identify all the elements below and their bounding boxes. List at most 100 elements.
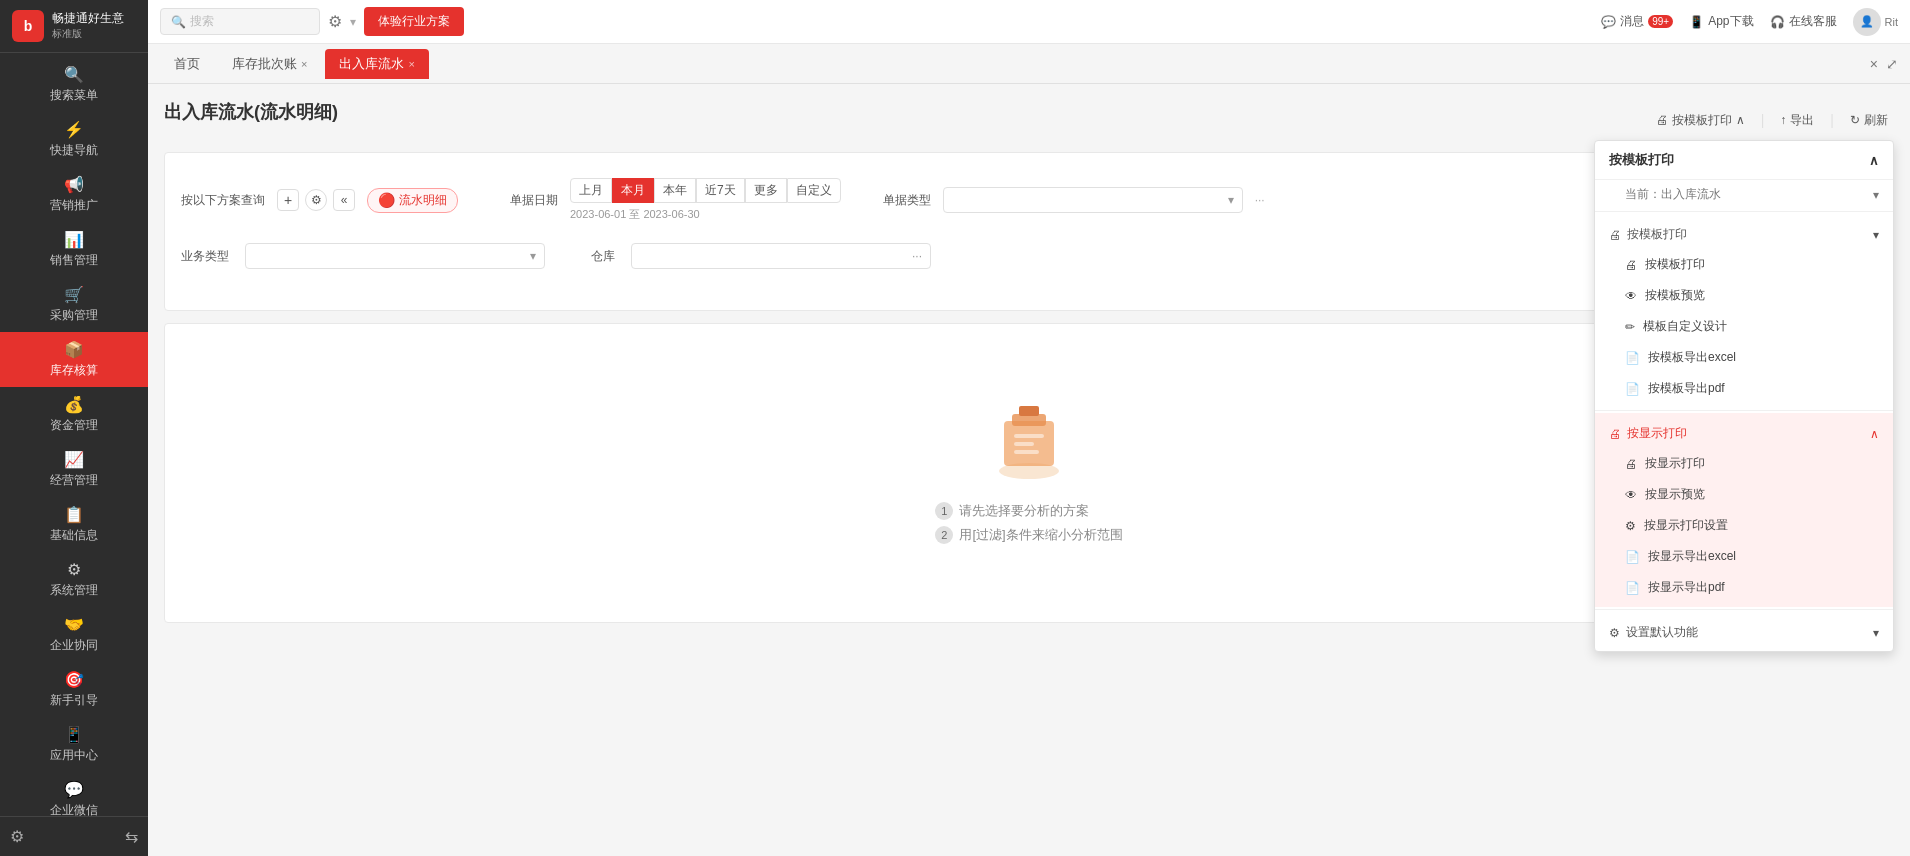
business-label: 业务类型 — [181, 248, 229, 265]
date-btn-last-month[interactable]: 上月 — [570, 178, 612, 203]
template-print-item-5[interactable]: 📄 按模板导出pdf — [1595, 373, 1893, 404]
tab-current-close[interactable]: × — [408, 58, 414, 70]
topbar-gear-icon[interactable]: ⚙ — [328, 12, 342, 31]
display-print-icon: 🖨 — [1609, 427, 1621, 441]
empty-icon-svg — [984, 396, 1074, 486]
sidebar-item-sales[interactable]: 📊 销售管理 — [0, 222, 148, 277]
sidebar-item-label: 搜索菜单 — [50, 87, 98, 104]
type-select[interactable]: ▾ — [943, 187, 1243, 213]
tabs-bar: 首页 库存批次账 × 出入库流水 × × ⤢ — [148, 44, 1910, 84]
search-icon: 🔍 — [64, 65, 84, 84]
message-icon: 💬 — [1601, 15, 1616, 29]
display-print-header[interactable]: 🖨 按显示打印 ∧ — [1595, 417, 1893, 448]
sidebar-item-basic[interactable]: 📋 基础信息 — [0, 497, 148, 552]
scheme-gear-btn[interactable]: ⚙ — [305, 189, 327, 211]
sidebar-item-marketing[interactable]: 📢 营销推广 — [0, 167, 148, 222]
system-icon: ⚙ — [67, 560, 81, 579]
tab-home[interactable]: 首页 — [160, 49, 214, 79]
tab-inventory-batch-close[interactable]: × — [301, 58, 307, 70]
display-icon-2: 👁 — [1625, 488, 1637, 502]
online-service-btn[interactable]: 🎧 在线客服 — [1770, 13, 1837, 30]
display-print-item-5[interactable]: 📄 按显示导出pdf — [1595, 572, 1893, 603]
date-btn-this-month[interactable]: 本月 — [612, 178, 654, 203]
template-print-header[interactable]: 🖨 按模板打印 ▾ — [1595, 218, 1893, 249]
wechat-icon: 💬 — [64, 780, 84, 799]
date-btn-custom[interactable]: 自定义 — [787, 178, 841, 203]
template-print-item-4[interactable]: 📄 按模板导出excel — [1595, 342, 1893, 373]
sidebar-item-purchase[interactable]: 🛒 采购管理 — [0, 277, 148, 332]
sidebar-item-search[interactable]: 🔍 搜索菜单 — [0, 57, 148, 112]
sidebar-item-enterprise[interactable]: 🤝 企业协同 — [0, 607, 148, 662]
warehouse-select[interactable]: ··· — [631, 243, 931, 269]
marketing-icon: 📢 — [64, 175, 84, 194]
user-name: Rit — [1885, 16, 1898, 28]
template-print-item-1[interactable]: 🖨 按模板打印 — [1595, 249, 1893, 280]
operations-icon: 📈 — [64, 450, 84, 469]
sidebar-item-inventory[interactable]: 📦 库存核算 — [0, 332, 148, 387]
date-btn-7days[interactable]: 近7天 — [696, 178, 745, 203]
display-print-item-3[interactable]: ⚙ 按显示打印设置 — [1595, 510, 1893, 541]
print-btn[interactable]: 🖨 按模板打印 ∧ — [1650, 108, 1751, 133]
dropdown-current[interactable]: 当前：出入库流水 ▾ — [1595, 180, 1893, 209]
display-icon-1: 🖨 — [1625, 457, 1637, 471]
logo-icon: b — [12, 10, 44, 42]
sidebar-item-system[interactable]: ⚙ 系统管理 — [0, 552, 148, 607]
user-area[interactable]: 👤 Rit — [1853, 8, 1898, 36]
template-print-label: 按模板打印 — [1627, 226, 1687, 243]
trial-btn[interactable]: 体验行业方案 — [364, 7, 464, 36]
app-edition: 标准版 — [52, 27, 124, 41]
svg-rect-5 — [1014, 442, 1034, 446]
type-label: 单据类型 — [883, 192, 931, 209]
default-func-section: ⚙ 设置默认功能 ▾ — [1595, 612, 1893, 651]
window-expand-btn[interactable]: ⤢ — [1886, 56, 1898, 72]
topbar-right: 💬 消息 99+ 📱 App下载 🎧 在线客服 👤 Rit — [1601, 8, 1898, 36]
sidebar-item-finance[interactable]: 💰 资金管理 — [0, 387, 148, 442]
business-select[interactable]: ▾ — [245, 243, 545, 269]
sidebar-item-wechat[interactable]: 💬 企业微信 — [0, 772, 148, 816]
warehouse-select-arrow: ··· — [912, 249, 922, 263]
sidebar-item-guide[interactable]: 🎯 新手引导 — [0, 662, 148, 717]
sidebar-item-label: 快捷导航 — [50, 142, 98, 159]
app-logo: b 畅捷通好生意 标准版 — [0, 0, 148, 53]
toolbar-separator2: | — [1830, 112, 1834, 128]
topbar-search-box[interactable]: 🔍 搜索 — [160, 8, 320, 35]
display-label-1: 按显示打印 — [1645, 455, 1705, 472]
sidebar-item-label: 基础信息 — [50, 527, 98, 544]
display-print-item-1[interactable]: 🖨 按显示打印 — [1595, 448, 1893, 479]
topbar-dropdown-icon[interactable]: ▾ — [350, 15, 356, 29]
window-close-btn[interactable]: × — [1870, 56, 1878, 72]
template-print-item-3[interactable]: ✏ 模板自定义设计 — [1595, 311, 1893, 342]
toolbar-separator1: | — [1761, 112, 1765, 128]
sidebar-item-shortcut[interactable]: ⚡ 快捷导航 — [0, 112, 148, 167]
date-btn-more[interactable]: 更多 — [745, 178, 787, 203]
dropdown-collapse-icon[interactable]: ∧ — [1869, 153, 1879, 168]
active-filter-chip[interactable]: 🔴 流水明细 — [367, 188, 458, 213]
settings-bottom-icon[interactable]: ⚙ — [10, 827, 24, 846]
type-more-icon[interactable]: ··· — [1255, 193, 1265, 207]
dropdown-divider-3 — [1595, 609, 1893, 610]
refresh-btn[interactable]: ↻ 刷新 — [1844, 108, 1894, 133]
display-print-item-2[interactable]: 👁 按显示预览 — [1595, 479, 1893, 510]
expand-icon[interactable]: ⇆ — [125, 827, 138, 846]
sidebar-item-apps[interactable]: 📱 应用中心 — [0, 717, 148, 772]
message-btn[interactable]: 💬 消息 99+ — [1601, 13, 1673, 30]
template-print-item-2[interactable]: 👁 按模板预览 — [1595, 280, 1893, 311]
scheme-collapse-btn[interactable]: « — [333, 189, 355, 211]
type-select-arrow: ▾ — [1228, 193, 1234, 207]
page-content: 出入库流水(流水明细) 🖨 按模板打印 ∧ | ↑ 导出 | ↻ 刷新 — [148, 84, 1910, 856]
tab-inventory-batch[interactable]: 库存批次账 × — [218, 49, 321, 79]
app-download-btn[interactable]: 📱 App下载 — [1689, 13, 1753, 30]
default-func-header[interactable]: ⚙ 设置默认功能 ▾ — [1595, 616, 1893, 647]
item-icon-1: 🖨 — [1625, 258, 1637, 272]
item-label-5: 按模板导出pdf — [1648, 380, 1725, 397]
guide-icon: 🎯 — [64, 670, 84, 689]
sidebar-item-operations[interactable]: 📈 经营管理 — [0, 442, 148, 497]
export-btn[interactable]: ↑ 导出 — [1774, 108, 1820, 133]
print-label: 按模板打印 — [1672, 112, 1732, 129]
item-icon-5: 📄 — [1625, 382, 1640, 396]
display-print-item-4[interactable]: 📄 按显示导出excel — [1595, 541, 1893, 572]
date-btn-this-year[interactable]: 本年 — [654, 178, 696, 203]
add-scheme-btn[interactable]: + — [277, 189, 299, 211]
tab-current[interactable]: 出入库流水 × — [325, 49, 428, 79]
sidebar-item-label: 营销推广 — [50, 197, 98, 214]
